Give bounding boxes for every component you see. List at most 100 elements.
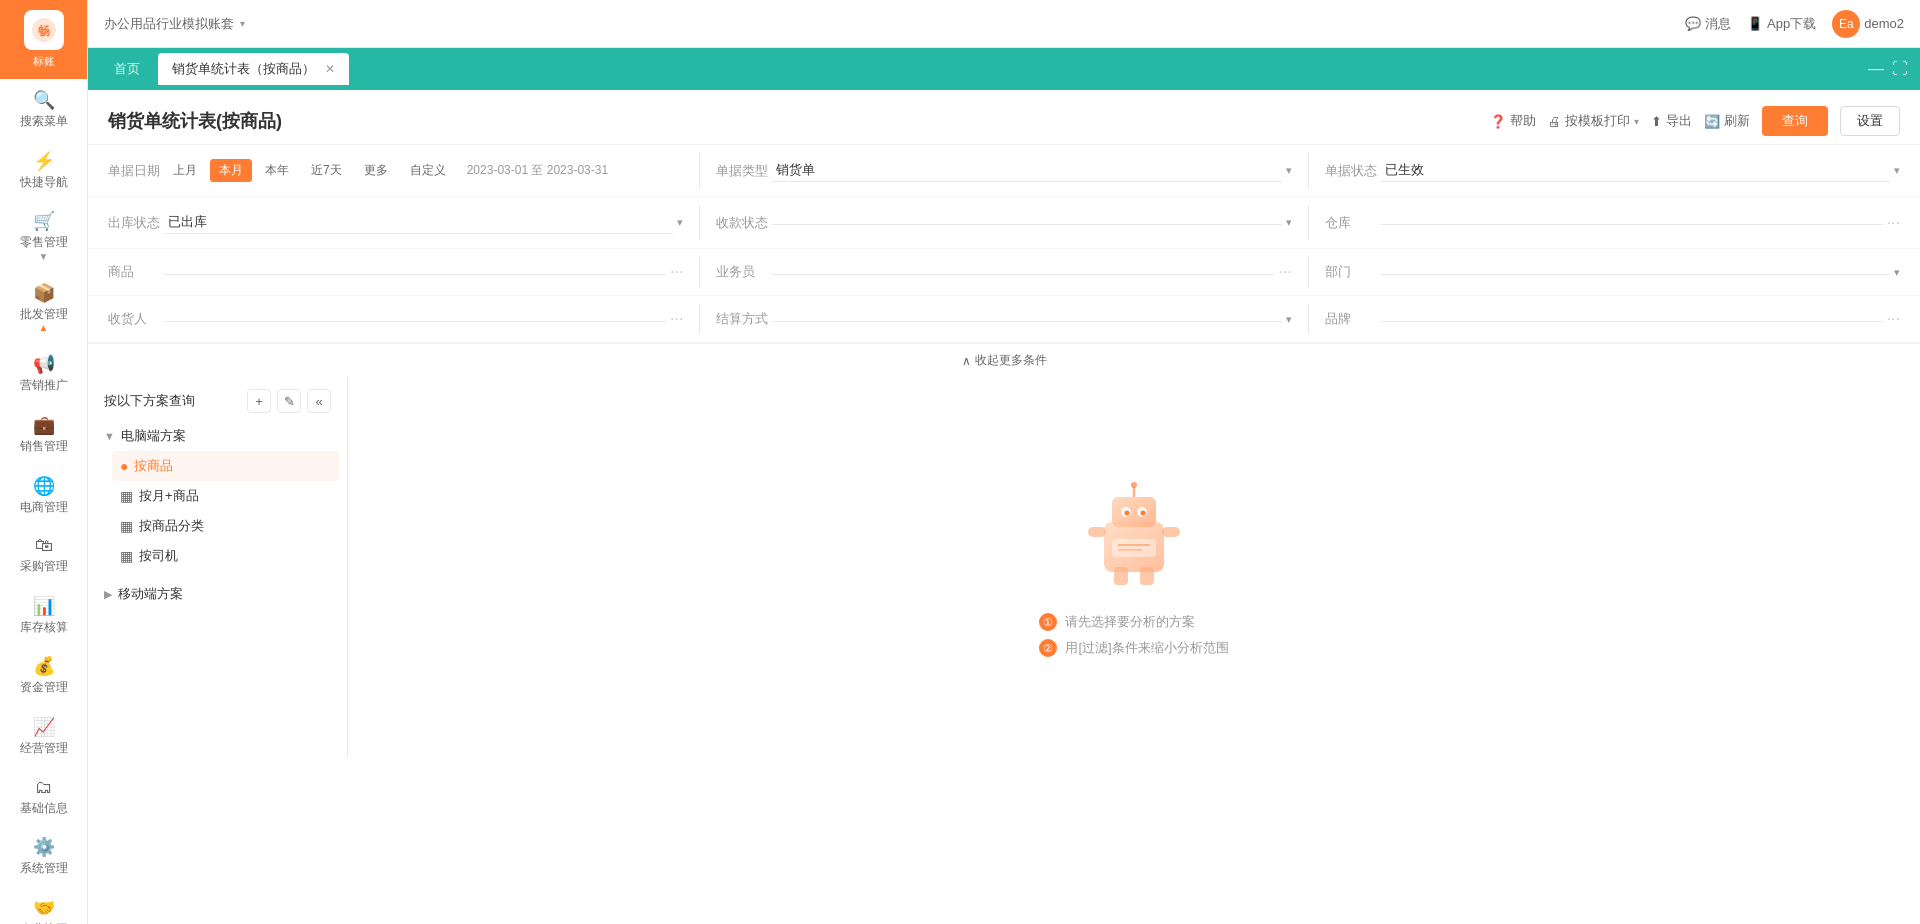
svg-text:畅: 畅 bbox=[38, 24, 50, 38]
sidebar-item-inventory[interactable]: 📊 库存核算 bbox=[0, 585, 87, 646]
sidebar-item-label: 零售管理 bbox=[20, 235, 68, 251]
sidebar-item-label: 批发管理 bbox=[20, 307, 68, 323]
docstatus-value: 已生效 bbox=[1381, 159, 1890, 182]
edit-scheme-button[interactable]: ✎ bbox=[277, 389, 301, 413]
tree-item-icon-driver: ▦ bbox=[120, 548, 133, 564]
sidebar-item-wholesale[interactable]: 📦 批发管理 ▲ bbox=[0, 272, 87, 344]
message-button[interactable]: 💬 消息 bbox=[1685, 15, 1731, 33]
department-content[interactable]: ▾ bbox=[1381, 266, 1900, 279]
sidebar-item-search[interactable]: 🔍 搜索菜单 bbox=[0, 79, 87, 140]
sidebar-item-enterprise[interactable]: 🤝 企业协同 bbox=[0, 887, 87, 924]
brand-dots-icon[interactable]: ··· bbox=[1887, 310, 1900, 328]
wholesale-icon: 📦 bbox=[33, 282, 55, 304]
avatar: Ea bbox=[1832, 10, 1860, 38]
sidebar-item-operations[interactable]: 📈 经营管理 bbox=[0, 706, 87, 767]
app-download-button[interactable]: 📱 App下载 bbox=[1747, 15, 1816, 33]
filter-cell-warehouse: 仓库 ··· bbox=[1325, 208, 1900, 238]
svg-point-7 bbox=[1140, 511, 1145, 516]
tab-minimize-icon[interactable]: — bbox=[1868, 60, 1884, 78]
filter-cell-date: 单据日期 上月 本月 本年 近7天 更多 自定义 2023-03-01 至 20… bbox=[108, 153, 683, 188]
sidebar-item-label: 系统管理 bbox=[20, 861, 68, 877]
collapse-bar[interactable]: ∧ 收起更多条件 bbox=[88, 343, 1920, 377]
product-dots-icon[interactable]: ··· bbox=[670, 263, 683, 281]
tab-bar: 首页 销货单统计表（按商品） ✕ — ⛶ bbox=[88, 48, 1920, 90]
ecom-icon: 🌐 bbox=[33, 475, 55, 497]
svg-rect-10 bbox=[1114, 567, 1128, 585]
filter-row-product: 商品 ··· 业务员 ··· 部门 bbox=[108, 257, 1900, 287]
user-profile-button[interactable]: Ea demo2 bbox=[1832, 10, 1904, 38]
collectstatus-label: 收款状态 bbox=[716, 214, 772, 232]
date-btn-this-year[interactable]: 本年 bbox=[256, 159, 298, 182]
tree-item-by-category[interactable]: ▦ 按商品分类 bbox=[112, 511, 339, 541]
settings-button[interactable]: 设置 bbox=[1840, 106, 1900, 136]
sidebar-item-label: 销售管理 bbox=[20, 439, 68, 455]
logo-text: 标账 bbox=[33, 54, 55, 69]
refresh-button[interactable]: 🔄 刷新 bbox=[1704, 112, 1750, 130]
user-label: demo2 bbox=[1864, 16, 1904, 31]
svg-point-9 bbox=[1131, 482, 1137, 488]
date-btn-7days[interactable]: 近7天 bbox=[302, 159, 351, 182]
export-button[interactable]: ⬆ 导出 bbox=[1651, 112, 1692, 130]
outstatus-label: 出库状态 bbox=[108, 214, 164, 232]
svg-point-6 bbox=[1124, 511, 1129, 516]
warehouse-value bbox=[1381, 220, 1883, 225]
tree-item-by-driver[interactable]: ▦ 按司机 bbox=[112, 541, 339, 571]
workspace-selector[interactable]: 办公用品行业模拟账套 ▾ bbox=[104, 15, 245, 33]
logo-area[interactable]: 畅 标账 bbox=[0, 0, 87, 79]
tip-text-2: 用[过滤]条件来缩小分析范围 bbox=[1065, 639, 1228, 657]
payment-value bbox=[772, 317, 1281, 322]
sidebar-item-finance[interactable]: 💰 资金管理 bbox=[0, 645, 87, 706]
date-btn-more[interactable]: 更多 bbox=[355, 159, 397, 182]
product-content: ··· bbox=[164, 263, 683, 281]
sidebar-item-system[interactable]: ⚙️ 系统管理 bbox=[0, 826, 87, 887]
tree-item-icon-month: ▦ bbox=[120, 488, 133, 504]
date-btn-last-month[interactable]: 上月 bbox=[164, 159, 206, 182]
sidebar-item-sales[interactable]: 💼 销售管理 bbox=[0, 404, 87, 465]
help-button[interactable]: ❓ 帮助 bbox=[1490, 112, 1536, 130]
tree-group-desktop-label: 电脑端方案 bbox=[121, 427, 186, 445]
outstatus-content[interactable]: 已出库 ▾ bbox=[164, 211, 683, 234]
doctype-content[interactable]: 销货单 ▾ bbox=[772, 159, 1291, 182]
tree-group-desktop-header[interactable]: ▼ 电脑端方案 bbox=[96, 421, 339, 451]
docstatus-content[interactable]: 已生效 ▾ bbox=[1381, 159, 1900, 182]
tree-group-mobile-header[interactable]: ▶ 移动端方案 bbox=[96, 579, 339, 609]
add-scheme-button[interactable]: + bbox=[247, 389, 271, 413]
tab-report[interactable]: 销货单统计表（按商品） ✕ bbox=[158, 53, 349, 85]
sidebar-item-quicknav[interactable]: ⚡ 快捷导航 bbox=[0, 140, 87, 201]
date-btn-custom[interactable]: 自定义 bbox=[401, 159, 455, 182]
left-panel: 按以下方案查询 + ✎ « ▼ 电脑端方案 ● 按商 bbox=[88, 377, 348, 757]
collapse-panel-button[interactable]: « bbox=[307, 389, 331, 413]
tree-item-by-product[interactable]: ● 按商品 bbox=[112, 451, 339, 481]
print-button[interactable]: 🖨 按模板打印 ▾ bbox=[1548, 112, 1639, 130]
system-icon: ⚙️ bbox=[33, 836, 55, 858]
sidebar-item-basic[interactable]: 🗂 基础信息 bbox=[0, 767, 87, 827]
tab-expand-icon[interactable]: ⛶ bbox=[1892, 60, 1908, 78]
sidebar-item-marketing[interactable]: 📢 营销推广 bbox=[0, 343, 87, 404]
sidebar-item-retail[interactable]: 🛒 零售管理 ▼ bbox=[0, 200, 87, 272]
sales-icon: 💼 bbox=[33, 414, 55, 436]
main-data-area: ① 请先选择要分析的方案 ② 用[过滤]条件来缩小分析范围 bbox=[348, 377, 1920, 757]
tree-item-by-month-product[interactable]: ▦ 按月+商品 bbox=[112, 481, 339, 511]
tab-close-icon[interactable]: ✕ bbox=[325, 62, 335, 76]
sidebar-item-label: 营销推广 bbox=[20, 378, 68, 394]
tree-group-mobile: ▶ 移动端方案 bbox=[96, 575, 339, 613]
finance-icon: 💰 bbox=[33, 655, 55, 677]
filter-cell-brand: 品牌 ··· bbox=[1325, 304, 1900, 334]
sidebar-item-label: 基础信息 bbox=[20, 801, 68, 817]
collectstatus-content[interactable]: ▾ bbox=[772, 216, 1291, 229]
page-title: 销货单统计表(按商品) bbox=[108, 109, 282, 133]
receiver-value bbox=[164, 317, 666, 322]
warehouse-dots-icon[interactable]: ··· bbox=[1887, 214, 1900, 232]
salesperson-dots-icon[interactable]: ··· bbox=[1278, 263, 1291, 281]
receiver-dots-icon[interactable]: ··· bbox=[670, 310, 683, 328]
date-btn-this-month[interactable]: 本月 bbox=[210, 159, 252, 182]
department-label: 部门 bbox=[1325, 263, 1381, 281]
query-button[interactable]: 查询 bbox=[1762, 106, 1828, 136]
tree-children-desktop: ● 按商品 ▦ 按月+商品 ▦ 按商品分类 ▦ bbox=[96, 451, 339, 571]
tab-home[interactable]: 首页 bbox=[100, 53, 154, 85]
sidebar-item-ecom[interactable]: 🌐 电商管理 bbox=[0, 465, 87, 526]
payment-content[interactable]: ▾ bbox=[772, 313, 1291, 326]
tree-item-icon-category: ▦ bbox=[120, 518, 133, 534]
download-icon: 📱 bbox=[1747, 16, 1763, 31]
sidebar-item-purchase[interactable]: 🛍 采购管理 bbox=[0, 525, 87, 585]
